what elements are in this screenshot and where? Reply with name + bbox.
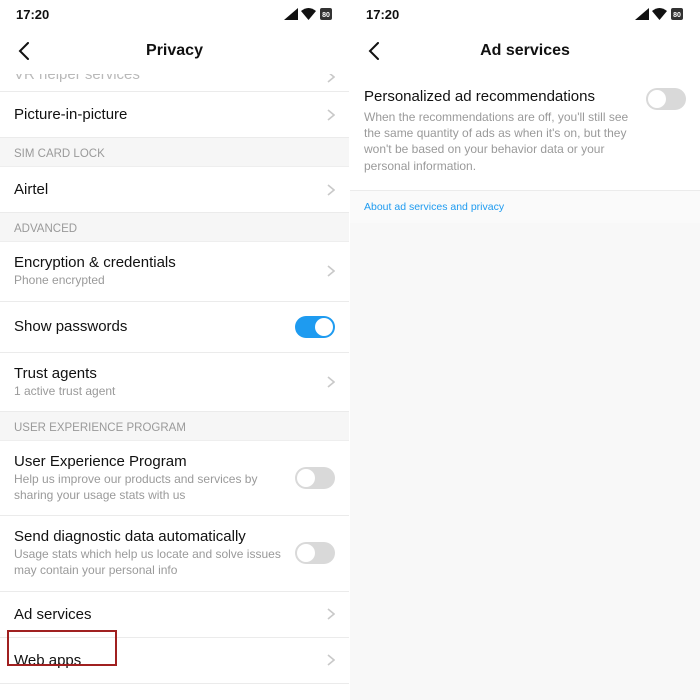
signal-icon [635, 8, 649, 20]
status-icons: 80 [635, 7, 684, 21]
battery-icon: 80 [319, 7, 333, 21]
status-icons: 80 [284, 7, 333, 21]
ad-services-item[interactable]: Ad services [0, 592, 349, 638]
personalized-ads-item[interactable]: Personalized ad recommendations When the… [350, 74, 700, 191]
chevron-left-icon [368, 42, 380, 60]
section-advanced: ADVANCED [0, 213, 349, 242]
status-bar: 17:20 80 [0, 0, 349, 28]
row-title: Personalized ad recommendations [364, 88, 632, 105]
chevron-right-icon [327, 654, 335, 666]
row-title: Web apps [14, 652, 317, 669]
diagnostic-toggle[interactable] [295, 542, 335, 564]
web-apps-item[interactable]: Web apps [0, 638, 349, 684]
row-title: Show passwords [14, 318, 285, 335]
section-uep: USER EXPERIENCE PROGRAM [0, 412, 349, 441]
row-title: Ad services [14, 606, 317, 623]
page-title: Ad services [350, 42, 700, 60]
chevron-right-icon [327, 376, 335, 388]
battery-icon: 80 [670, 7, 684, 21]
wifi-icon [652, 8, 667, 20]
row-subtitle: When the recommendations are off, you'll… [364, 109, 632, 174]
row-subtitle: Usage stats which help us locate and sol… [14, 547, 285, 578]
diagnostic-item[interactable]: Send diagnostic data automatically Usage… [0, 516, 349, 591]
chevron-right-icon [327, 184, 335, 196]
empty-area [350, 223, 700, 700]
about-ad-services-link[interactable]: About ad services and privacy [350, 191, 700, 223]
wifi-icon [301, 8, 316, 20]
row-title: Encryption & credentials [14, 254, 317, 271]
page-title: Privacy [0, 42, 349, 60]
section-sim-lock: SIM CARD LOCK [0, 138, 349, 167]
picture-in-picture-item[interactable]: Picture-in-picture [0, 92, 349, 138]
show-passwords-item[interactable]: Show passwords [0, 302, 349, 353]
svg-text:80: 80 [673, 12, 681, 19]
personalized-ads-toggle[interactable] [646, 88, 686, 110]
privacy-screen: 17:20 80 Privacy VR helper services Pict… [0, 0, 350, 700]
uep-toggle[interactable] [295, 467, 335, 489]
status-bar: 17:20 80 [350, 0, 700, 28]
row-subtitle: Help us improve our products and service… [14, 472, 285, 503]
trust-agents-item[interactable]: Trust agents 1 active trust agent [0, 353, 349, 413]
row-title: Trust agents [14, 365, 317, 382]
header: Privacy [0, 28, 349, 74]
airtel-item[interactable]: Airtel [0, 167, 349, 213]
row-subtitle: Phone encrypted [14, 273, 317, 289]
row-title: Send diagnostic data automatically [14, 528, 285, 545]
status-time: 17:20 [366, 7, 399, 22]
privacy-list: VR helper services Picture-in-picture SI… [0, 74, 349, 684]
status-time: 17:20 [16, 7, 49, 22]
uep-item[interactable]: User Experience Program Help us improve … [0, 441, 349, 516]
chevron-right-icon [327, 265, 335, 277]
chevron-left-icon [18, 42, 30, 60]
row-title: User Experience Program [14, 453, 285, 470]
list-item[interactable]: VR helper services [0, 74, 349, 92]
chevron-right-icon [327, 608, 335, 620]
row-title: VR helper services [14, 74, 140, 83]
back-button[interactable] [362, 36, 386, 66]
show-passwords-toggle[interactable] [295, 316, 335, 338]
row-title: Airtel [14, 181, 317, 198]
row-subtitle: 1 active trust agent [14, 384, 317, 400]
signal-icon [284, 8, 298, 20]
encryption-item[interactable]: Encryption & credentials Phone encrypted [0, 242, 349, 302]
row-title: Picture-in-picture [14, 106, 317, 123]
back-button[interactable] [12, 36, 36, 66]
header: Ad services [350, 28, 700, 74]
chevron-right-icon [327, 109, 335, 121]
svg-text:80: 80 [322, 12, 330, 19]
chevron-right-icon [327, 74, 335, 83]
ad-services-screen: 17:20 80 Ad services Personalized ad rec… [350, 0, 700, 700]
